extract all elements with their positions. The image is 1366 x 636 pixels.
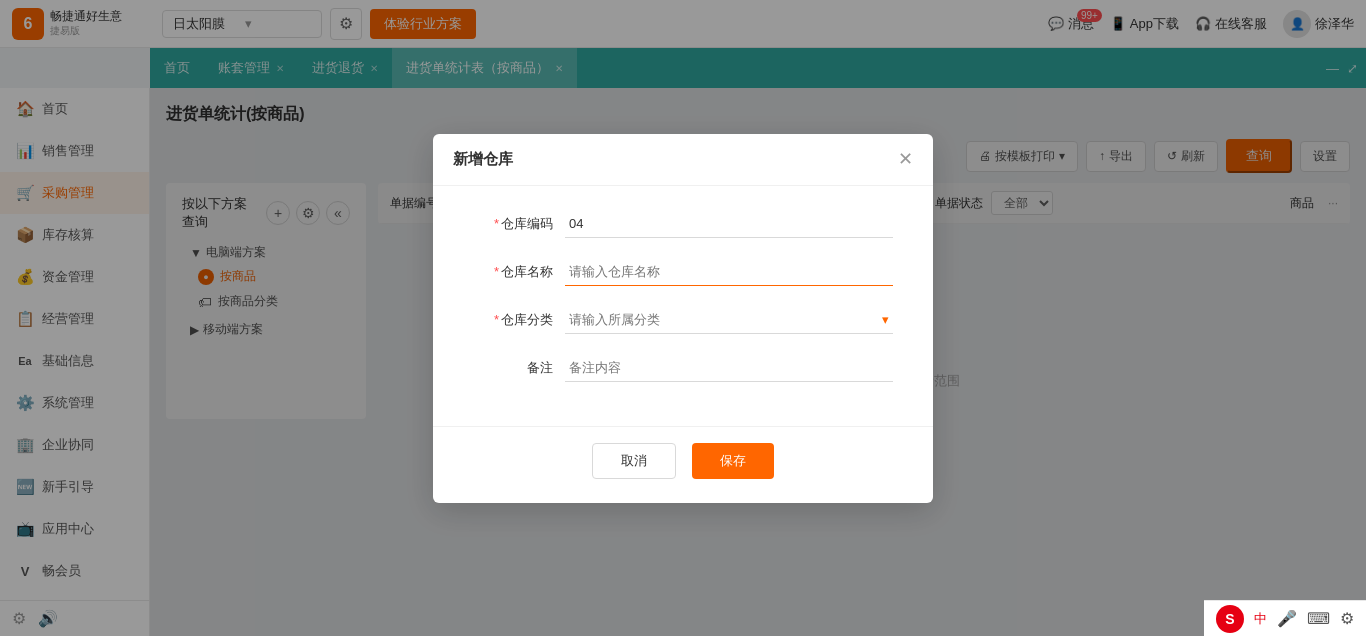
s-logo: S [1216, 605, 1244, 633]
modal-footer: 取消 保存 [433, 427, 933, 503]
code-input[interactable] [565, 210, 893, 238]
name-required-mark: * [494, 264, 499, 279]
form-row-code: *仓库编码 [473, 210, 893, 238]
save-button[interactable]: 保存 [692, 443, 774, 479]
category-required-mark: * [494, 312, 499, 327]
form-row-name: *仓库名称 [473, 258, 893, 286]
code-required-mark: * [494, 216, 499, 231]
add-warehouse-modal: 新增仓库 ✕ *仓库编码 *仓库名称 *仓库分类 [433, 134, 933, 503]
modal-header: 新增仓库 ✕ [433, 134, 933, 186]
note-label: 备注 [473, 359, 553, 377]
modal-title: 新增仓库 [453, 150, 513, 169]
name-label: *仓库名称 [473, 263, 553, 281]
bottom-bar: S 中 🎤 ⌨ ⚙ [1204, 600, 1366, 636]
category-dropdown-icon[interactable]: ▾ [882, 312, 889, 327]
form-row-category: *仓库分类 ▾ [473, 306, 893, 334]
category-input[interactable] [569, 312, 882, 327]
code-label: *仓库编码 [473, 215, 553, 233]
note-input[interactable] [565, 354, 893, 382]
modal-body: *仓库编码 *仓库名称 *仓库分类 ▾ [433, 186, 933, 426]
modal-close-button[interactable]: ✕ [898, 150, 913, 168]
keyboard-icon[interactable]: ⌨ [1307, 609, 1330, 628]
mic-icon[interactable]: 🎤 [1277, 609, 1297, 628]
category-label: *仓库分类 [473, 311, 553, 329]
bottom-chinese-label: 中 [1254, 610, 1267, 628]
name-input[interactable] [565, 258, 893, 286]
category-select-wrapper: ▾ [565, 306, 893, 334]
cancel-button[interactable]: 取消 [592, 443, 676, 479]
modal-overlay: 新增仓库 ✕ *仓库编码 *仓库名称 *仓库分类 [0, 0, 1366, 636]
settings-bottom-right-icon[interactable]: ⚙ [1340, 609, 1354, 628]
form-row-note: 备注 [473, 354, 893, 382]
